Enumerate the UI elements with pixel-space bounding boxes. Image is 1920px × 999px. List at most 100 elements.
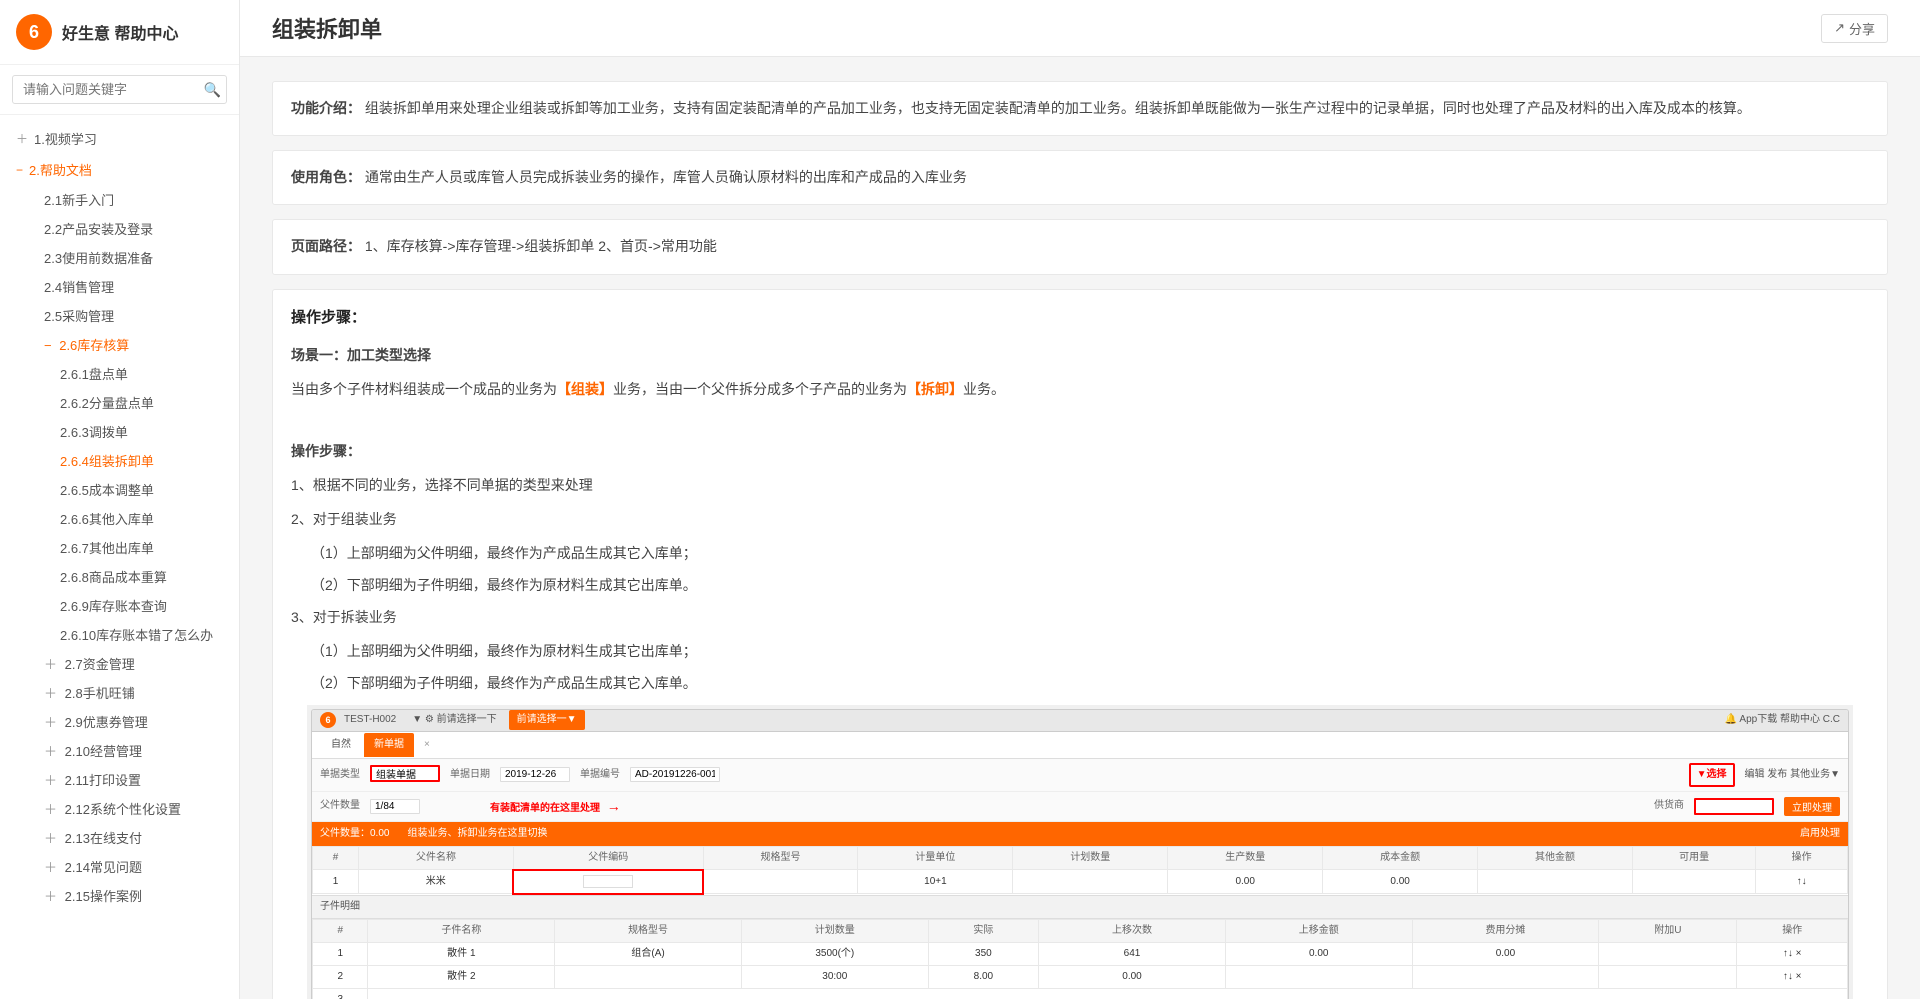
- sidebar-item-split-count[interactable]: 2.6.2分量盘点单: [44, 388, 239, 417]
- table-row: 1 散件 1 组合(A) 3500(个) 350 641 0.00 0.00: [313, 942, 1848, 965]
- role-label: 使用角色：: [291, 169, 361, 185]
- content-area: 功能介绍： 组装拆卸单用来处理企业组装或拆卸等加工业务，支持有固定装配清单的产品…: [240, 57, 1920, 999]
- main-content: 组装拆卸单 ↗ 分享 功能介绍： 组装拆卸单用来处理企业组装或拆卸等加工业务，支…: [240, 0, 1920, 999]
- role-text: 通常由生产人员或库管人员完成拆装业务的操作，库管人员确认原材料的出库和产成品的入…: [365, 169, 967, 185]
- role-block: 使用角色： 通常由生产人员或库管人员完成拆装业务的操作，库管人员确认原材料的出库…: [272, 150, 1888, 205]
- step2-sub1: （1）上部明细为父件明细，最终作为产成品生成其它入库单；: [311, 539, 1869, 567]
- sidebar-item-other-in[interactable]: 2.6.6其他入库单: [44, 504, 239, 533]
- scene1-desc: 当由多个子件材料组装成一个成品的业务为【组装】业务，当由一个父件拆分成多个子产品…: [291, 375, 1869, 403]
- sidebar-item-print[interactable]: ＋ 2.11打印设置: [28, 765, 239, 794]
- nav-sub-inventory: 2.6.1盘点单 2.6.2分量盘点单 2.6.3调拨单 2.6.4组装拆卸单 …: [28, 359, 239, 649]
- expand-icon-print: ＋: [44, 773, 57, 788]
- logo-area: 6 好生意 帮助中心: [0, 0, 239, 65]
- form-number-label: 单据编号: [580, 766, 620, 784]
- expand-icon-personalize: ＋: [44, 802, 57, 817]
- function-intro-block: 功能介绍： 组装拆卸单用来处理企业组装或拆卸等加工业务，支持有固定装配清单的产品…: [272, 81, 1888, 136]
- mini-tab-home[interactable]: 自然: [320, 732, 362, 758]
- expand-icon-faq: ＋: [44, 860, 57, 875]
- sidebar-item-personalize[interactable]: ＋ 2.12系统个性化设置: [28, 794, 239, 823]
- sidebar-item-cases[interactable]: ＋ 2.15操作案例: [28, 881, 239, 910]
- expand-icon: ＋: [16, 130, 28, 147]
- share-icon: ↗: [1834, 20, 1845, 36]
- step1: 1、根据不同的业务，选择不同单据的类型来处理: [291, 471, 1869, 499]
- mini-new-btn[interactable]: 前请选择一▼: [509, 710, 585, 730]
- annotation-enable: 启用处理: [1800, 825, 1840, 843]
- mini-tab-new[interactable]: 新单据: [364, 733, 414, 757]
- expand-icon-payment: ＋: [44, 831, 57, 846]
- sidebar-item-assembly[interactable]: 2.6.4组装拆卸单: [44, 446, 239, 475]
- mini-logo: 6: [320, 712, 336, 728]
- path-block: 页面路径： 1、库存核算->库存管理->组装拆卸单 2、首页->常用功能: [272, 219, 1888, 274]
- sidebar-item-video-learning[interactable]: ＋ 1.视频学习: [0, 123, 239, 154]
- sidebar-item-sales[interactable]: 2.4销售管理: [28, 272, 239, 301]
- step2-subs: （1）上部明细为父件明细，最终作为产成品生成其它入库单； （2）下部明细为子件明…: [291, 539, 1869, 599]
- sidebar-item-transfer[interactable]: 2.6.3调拨单: [44, 417, 239, 446]
- op-steps-title: 操作步骤：: [291, 304, 1869, 331]
- page-title: 组装拆卸单: [272, 12, 382, 44]
- scene1-block: 场景一：加工类型选择 当由多个子件材料组装成一个成品的业务为【组装】业务，当由一…: [291, 341, 1869, 697]
- sidebar-item-payment[interactable]: ＋ 2.13在线支付: [28, 823, 239, 852]
- logo-icon: 6: [16, 14, 52, 50]
- sidebar-item-beginner[interactable]: 2.1新手入门: [28, 185, 239, 214]
- sidebar-item-faq[interactable]: ＋ 2.14常见问题: [28, 852, 239, 881]
- sidebar-item-stock-fix[interactable]: 2.6.10库存账本错了怎么办: [44, 620, 239, 649]
- product-code-input[interactable]: [583, 875, 633, 888]
- logo-text: 好生意 帮助中心: [62, 20, 178, 44]
- sidebar-item-finance[interactable]: ＋ 2.7资金管理: [28, 649, 239, 678]
- sidebar-item-install-login[interactable]: 2.2产品安装及登录: [28, 214, 239, 243]
- search-area: 🔍: [0, 65, 239, 115]
- upper-table-container: # 父件名称 父件编码 规格型号 计量单位 计划数量 生产数量 成本金额 其他金: [312, 846, 1848, 895]
- table-row: 3: [313, 988, 1848, 999]
- scene1-label: 场景一：加工类型选择: [291, 347, 431, 363]
- sidebar-item-coupon[interactable]: ＋ 2.9优惠券管理: [28, 707, 239, 736]
- form-type-input[interactable]: [370, 765, 440, 782]
- sidebar-item-cost-recalc[interactable]: 2.6.8商品成本重算: [44, 562, 239, 591]
- sidebar-item-inventory-count[interactable]: 2.6.1盘点单: [44, 359, 239, 388]
- path-text: 1、库存核算->库存管理->组装拆卸单 2、首页->常用功能: [365, 238, 717, 254]
- step3-sub1: （1）上部明细为父件明细，最终作为原材料生成其它出库单；: [311, 637, 1869, 665]
- op-steps-sub-title: 操作步骤：: [291, 437, 1869, 465]
- assembly-list-btn[interactable]: ▼选择: [1689, 763, 1735, 787]
- table-row: 2 散件 2 30:00 8.00 0.00: [313, 965, 1848, 988]
- form-qty-input[interactable]: [370, 799, 420, 814]
- step2: 2、对于组装业务: [291, 505, 1869, 533]
- sidebar-item-purchase[interactable]: 2.5采购管理: [28, 301, 239, 330]
- sidebar-item-data-prep[interactable]: 2.3使用前数据准备: [28, 243, 239, 272]
- path-label: 页面路径：: [291, 238, 361, 254]
- confirm-btn[interactable]: 立即处理: [1784, 797, 1840, 816]
- search-input[interactable]: [12, 75, 227, 104]
- lower-table: # 子件名称 规格型号 计划数量 实际 上移次数 上移金额 费用分摊 附加U: [312, 919, 1848, 999]
- search-icon[interactable]: 🔍: [204, 81, 221, 98]
- section-bar-label: 父件数量：0.00: [320, 825, 389, 843]
- form-date-input[interactable]: [500, 767, 570, 782]
- step3-sub2: （2）下部明细为子件明细，最终作为产成品生成其它入库单。: [311, 669, 1869, 697]
- lower-section-bar: 子件明细: [312, 895, 1848, 919]
- mini-right-icons: 🔔 App下载 帮助中心 C.C: [1725, 711, 1840, 729]
- expand-icon-2: −: [16, 163, 23, 177]
- step2-sub2: （2）下部明细为子件明细，最终作为原材料生成其它出库单。: [311, 571, 1869, 599]
- sidebar-item-inventory[interactable]: − 2.6库存核算: [28, 330, 239, 359]
- function-intro-label: 功能介绍：: [291, 100, 361, 116]
- annotation-assembly-list: 有装配清单的在这里处理: [490, 803, 600, 814]
- lower-table-container: # 子件名称 规格型号 计划数量 实际 上移次数 上移金额 费用分摊 附加U: [312, 919, 1848, 999]
- sidebar-item-mobile[interactable]: ＋ 2.8手机旺铺: [28, 678, 239, 707]
- form-supplier-label: 供货商: [1654, 797, 1684, 815]
- sidebar-item-stock-ledger[interactable]: 2.6.9库存账本查询: [44, 591, 239, 620]
- sidebar-item-operations[interactable]: ＋ 2.10经营管理: [28, 736, 239, 765]
- sidebar-item-cost-adjust[interactable]: 2.6.5成本调整单: [44, 475, 239, 504]
- mini-app-screenshot: 6 TEST-H002 ▼ ⚙ 前请选择一下 前请选择一▼ 🔔 App下载 帮助…: [307, 705, 1853, 999]
- expand-icon-ops: ＋: [44, 744, 57, 759]
- nav-tree: ＋ 1.视频学习 − 2.帮助文档 2.1新手入门 2.2产品安装及登录 2.3…: [0, 115, 239, 999]
- sidebar-item-other-out[interactable]: 2.6.7其他出库单: [44, 533, 239, 562]
- table-row: 1 米米 10+1 0.00 0.00: [313, 870, 1848, 894]
- sidebar-item-help-doc[interactable]: − 2.帮助文档: [0, 154, 239, 185]
- step3: 3、对于拆装业务: [291, 603, 1869, 631]
- form-number-input[interactable]: [630, 767, 720, 782]
- form-supplier-input[interactable]: [1694, 798, 1774, 815]
- op-steps-block: 操作步骤： 场景一：加工类型选择 当由多个子件材料组装成一个成品的业务为【组装】…: [272, 289, 1888, 999]
- screenshot-wrapper: 6 TEST-H002 ▼ ⚙ 前请选择一下 前请选择一▼ 🔔 App下载 帮助…: [307, 705, 1853, 999]
- annotation-toggle: 组装业务、拆卸业务在这里切换: [407, 825, 547, 843]
- expand-icon-inventory: −: [44, 338, 52, 353]
- expand-icon-cases: ＋: [44, 889, 57, 904]
- share-button[interactable]: ↗ 分享: [1821, 14, 1888, 43]
